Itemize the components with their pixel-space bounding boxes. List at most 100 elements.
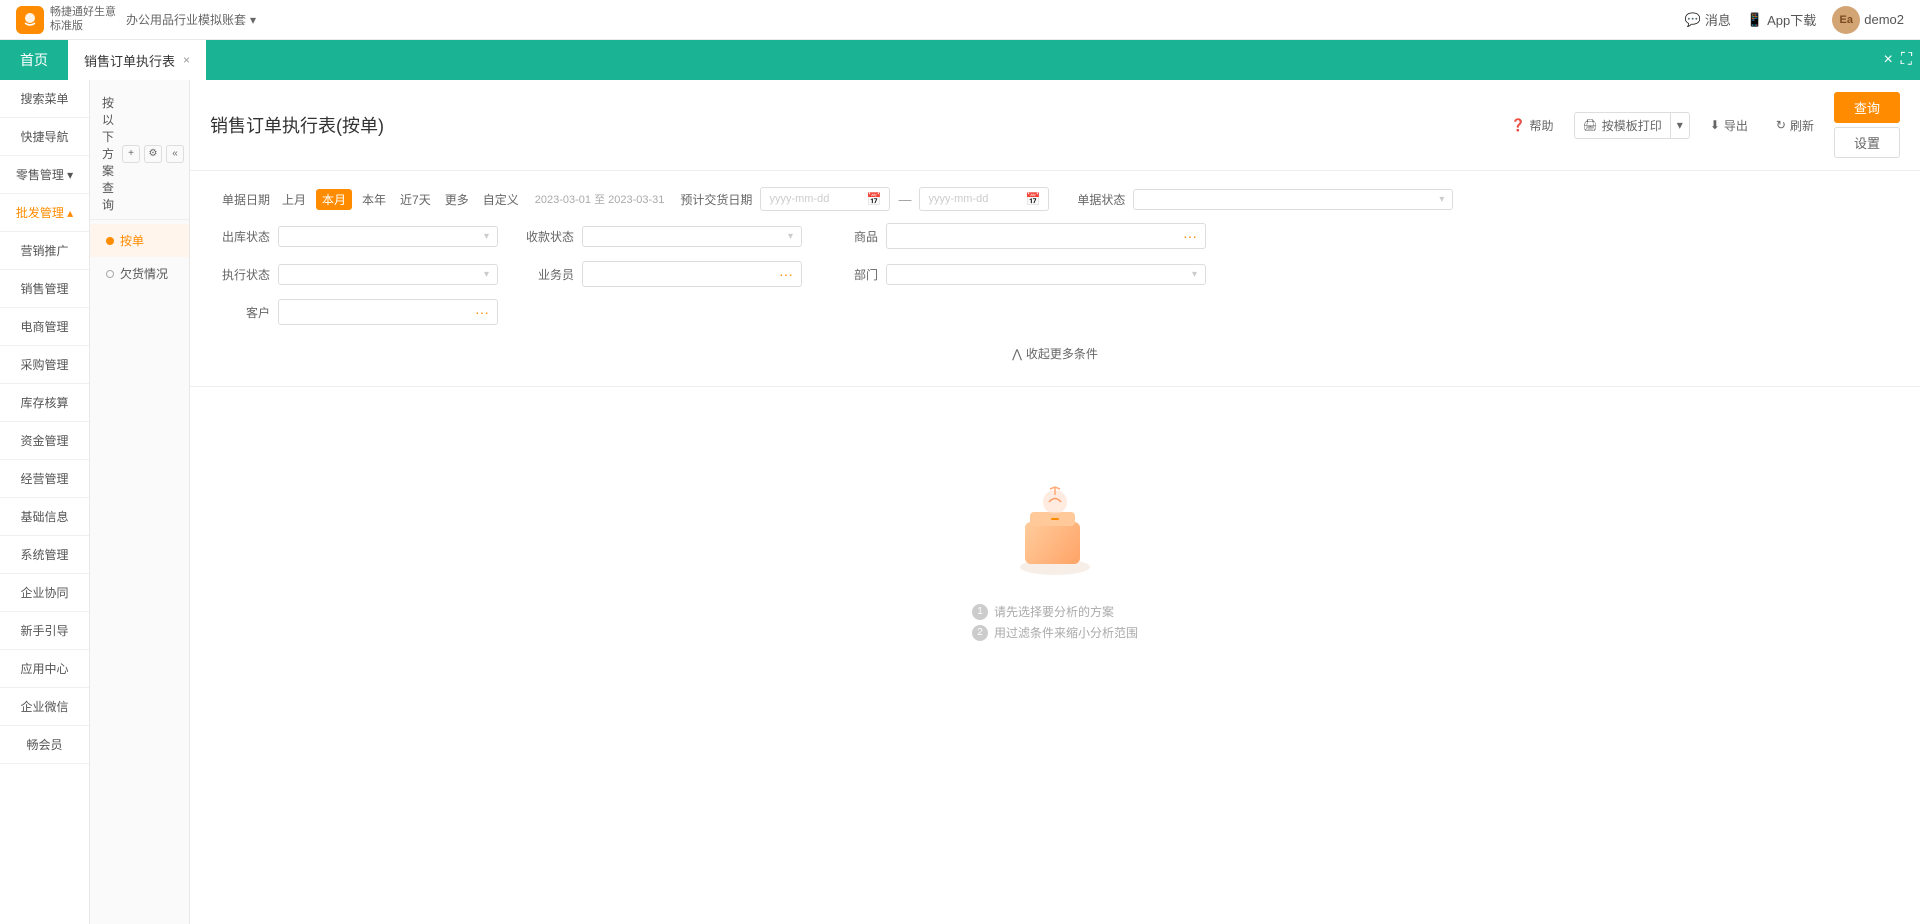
settings-button[interactable]: 设置 — [1834, 127, 1900, 158]
template-print-arrow[interactable]: ▾ — [1671, 114, 1689, 136]
collapse-filter-button[interactable]: ⋀ 收起更多条件 — [210, 337, 1900, 370]
step-1-text: 请先选择要分析的方案 — [994, 603, 1114, 620]
breadcrumb[interactable]: 办公用品行业模拟账套 ▾ — [126, 11, 256, 28]
sidebar-label-basics: 基础信息 — [4, 508, 85, 525]
page-actions: ❓ 帮助 🖨 按模板打印 ▾ ⬇ 导出 ↻ — [1503, 92, 1900, 158]
sidebar-item-wholesale[interactable]: 批发管理 ▴ — [0, 194, 89, 232]
sidebar-item-sales[interactable]: 销售管理 — [0, 270, 89, 308]
payment-status-select[interactable]: ▾ — [582, 226, 802, 247]
collapse-plan-icon[interactable]: « — [166, 145, 184, 163]
sub-header-icons: + ⚙ « — [122, 145, 184, 163]
refresh-icon: ↻ — [1776, 118, 1786, 132]
print-icon: 🖨 — [1583, 118, 1598, 132]
sidebar-label-sales: 销售管理 — [4, 280, 85, 297]
top-bar: 畅捷通好生意 标准版 办公用品行业模拟账套 ▾ 💬 消息 📱 App下载 Ea … — [0, 0, 1920, 40]
product-dots-icon[interactable]: ··· — [1183, 228, 1197, 244]
sidebar-item-ecommerce[interactable]: 电商管理 — [0, 308, 89, 346]
sub-item-label-按单: 按单 — [120, 232, 144, 249]
date-tab-last-month[interactable]: 上月 — [278, 189, 310, 210]
add-plan-icon[interactable]: + — [122, 145, 140, 163]
sidebar-label-system: 系统管理 — [4, 546, 85, 563]
order-status-select[interactable]: ▾ — [1133, 189, 1453, 210]
date-tab-this-month[interactable]: 本月 — [316, 189, 352, 210]
sidebar-item-marketing[interactable]: 营销推广 — [0, 232, 89, 270]
sidebar-label-finance: 资金管理 — [4, 432, 85, 449]
sidebar-item-search[interactable]: 搜索菜单 — [0, 80, 89, 118]
sidebar-item-newbie[interactable]: 新手引导 — [0, 612, 89, 650]
refresh-button[interactable]: ↻ 刷新 — [1768, 113, 1822, 138]
app-download-button[interactable]: 📱 App下载 — [1747, 10, 1816, 29]
dept-chevron-icon: ▾ — [1192, 269, 1197, 280]
window-maximize-button[interactable]: ⛶ — [1901, 51, 1912, 69]
calendar-end-icon: 📅 — [1025, 192, 1040, 206]
sidebar-label-retail: 零售管理 ▾ — [4, 166, 85, 183]
salesperson-select[interactable]: ··· — [582, 261, 802, 287]
delivery-status-select[interactable]: ▾ — [278, 226, 498, 247]
exec-status-label: 执行状态 — [210, 266, 270, 283]
breadcrumb-arrow-icon: ▾ — [250, 13, 256, 27]
empty-step-1: 1 请先选择要分析的方案 — [972, 603, 1138, 620]
query-button[interactable]: 查询 — [1834, 92, 1900, 123]
sidebar-item-quicknav[interactable]: 快捷导航 — [0, 118, 89, 156]
status-chevron-icon: ▾ — [1439, 194, 1444, 205]
delivery-chevron-icon: ▾ — [484, 231, 489, 242]
expected-date-end-input[interactable]: yyyy-mm-dd 📅 — [919, 187, 1049, 211]
edit-plan-icon[interactable]: ⚙ — [144, 145, 162, 163]
template-print-button[interactable]: 🖨 按模板打印 — [1575, 113, 1671, 138]
sub-item-label-欠货: 欠货情况 — [120, 265, 168, 282]
tab-sales-order[interactable]: 销售订单执行表 × — [68, 40, 206, 80]
user-menu[interactable]: Ea demo2 — [1832, 6, 1904, 34]
sub-item-欠货[interactable]: 欠货情况 — [90, 257, 189, 290]
date-tab-custom[interactable]: 自定义 — [479, 189, 523, 210]
sub-item-按单[interactable]: 按单 — [90, 224, 189, 257]
sidebar-item-finance[interactable]: 资金管理 — [0, 422, 89, 460]
sidebar-label-ecommerce: 电商管理 — [4, 318, 85, 335]
empty-steps-list: 1 请先选择要分析的方案 2 用过滤条件来缩小分析范围 — [972, 603, 1138, 645]
dept-label: 部门 — [818, 266, 878, 283]
sidebar-label-purchase: 采购管理 — [4, 356, 85, 373]
sidebar-item-appcenter[interactable]: 应用中心 — [0, 650, 89, 688]
filter-row-3: 执行状态 ▾ 业务员 ··· 部门 — [210, 261, 1900, 287]
expected-date-start-input[interactable]: yyyy-mm-dd 📅 — [760, 187, 890, 211]
logo-area: 畅捷通好生意 标准版 — [16, 6, 116, 34]
help-button[interactable]: ❓ 帮助 — [1503, 113, 1562, 138]
calendar-icon: 📅 — [866, 192, 881, 206]
customer-select[interactable]: ··· — [278, 299, 498, 325]
exec-status-select[interactable]: ▾ — [278, 264, 498, 285]
sidebar-item-retail[interactable]: 零售管理 ▾ — [0, 156, 89, 194]
sidebar-item-enterprise[interactable]: 企业协同 — [0, 574, 89, 612]
filter-row-4: 客户 ··· — [210, 299, 1900, 325]
tab-close-icon[interactable]: × — [183, 53, 190, 67]
expected-date-label: 预计交货日期 — [680, 191, 752, 208]
filter-exec-status: 执行状态 ▾ — [210, 264, 498, 285]
sidebar-label-appcenter: 应用中心 — [4, 660, 85, 677]
sidebar-label-wechat: 企业微信 — [4, 698, 85, 715]
salesperson-dots-icon[interactable]: ··· — [779, 266, 793, 282]
customer-label: 客户 — [210, 304, 270, 321]
tab-home[interactable]: 首页 — [0, 40, 68, 80]
tab-bar-right: × ⛶ — [1883, 51, 1920, 69]
dept-select[interactable]: ▾ — [886, 264, 1206, 285]
date-tab-more[interactable]: 更多 — [441, 189, 473, 210]
logo-text: 畅捷通好生意 标准版 — [50, 6, 116, 32]
customer-dots-icon[interactable]: ··· — [475, 304, 489, 320]
product-select[interactable]: ··· — [886, 223, 1206, 249]
sidebar-item-wechat[interactable]: 企业微信 — [0, 688, 89, 726]
date-label: 单据日期 — [210, 191, 270, 208]
help-icon: ❓ — [1511, 118, 1526, 132]
date-tab-7days[interactable]: 近7天 — [396, 189, 435, 210]
date-tab-this-year[interactable]: 本年 — [358, 189, 390, 210]
sidebar-item-system[interactable]: 系统管理 — [0, 536, 89, 574]
sidebar-item-operations[interactable]: 经营管理 — [0, 460, 89, 498]
export-button[interactable]: ⬇ 导出 — [1702, 113, 1756, 138]
sidebar-item-member[interactable]: 畅会员 — [0, 726, 89, 764]
sidebar-item-purchase[interactable]: 采购管理 — [0, 346, 89, 384]
sidebar-item-basics[interactable]: 基础信息 — [0, 498, 89, 536]
filter-product: 商品 ··· — [818, 223, 1206, 249]
exec-chevron-icon: ▾ — [484, 269, 489, 280]
sidebar-item-inventory[interactable]: 库存核算 — [0, 384, 89, 422]
filter-salesperson: 业务员 ··· — [514, 261, 802, 287]
content-area: 销售订单执行表(按单) ❓ 帮助 🖨 按模板打印 ▾ ⬇ — [190, 80, 1920, 924]
message-button[interactable]: 💬 消息 — [1685, 10, 1731, 29]
window-close-button[interactable]: × — [1883, 51, 1892, 69]
